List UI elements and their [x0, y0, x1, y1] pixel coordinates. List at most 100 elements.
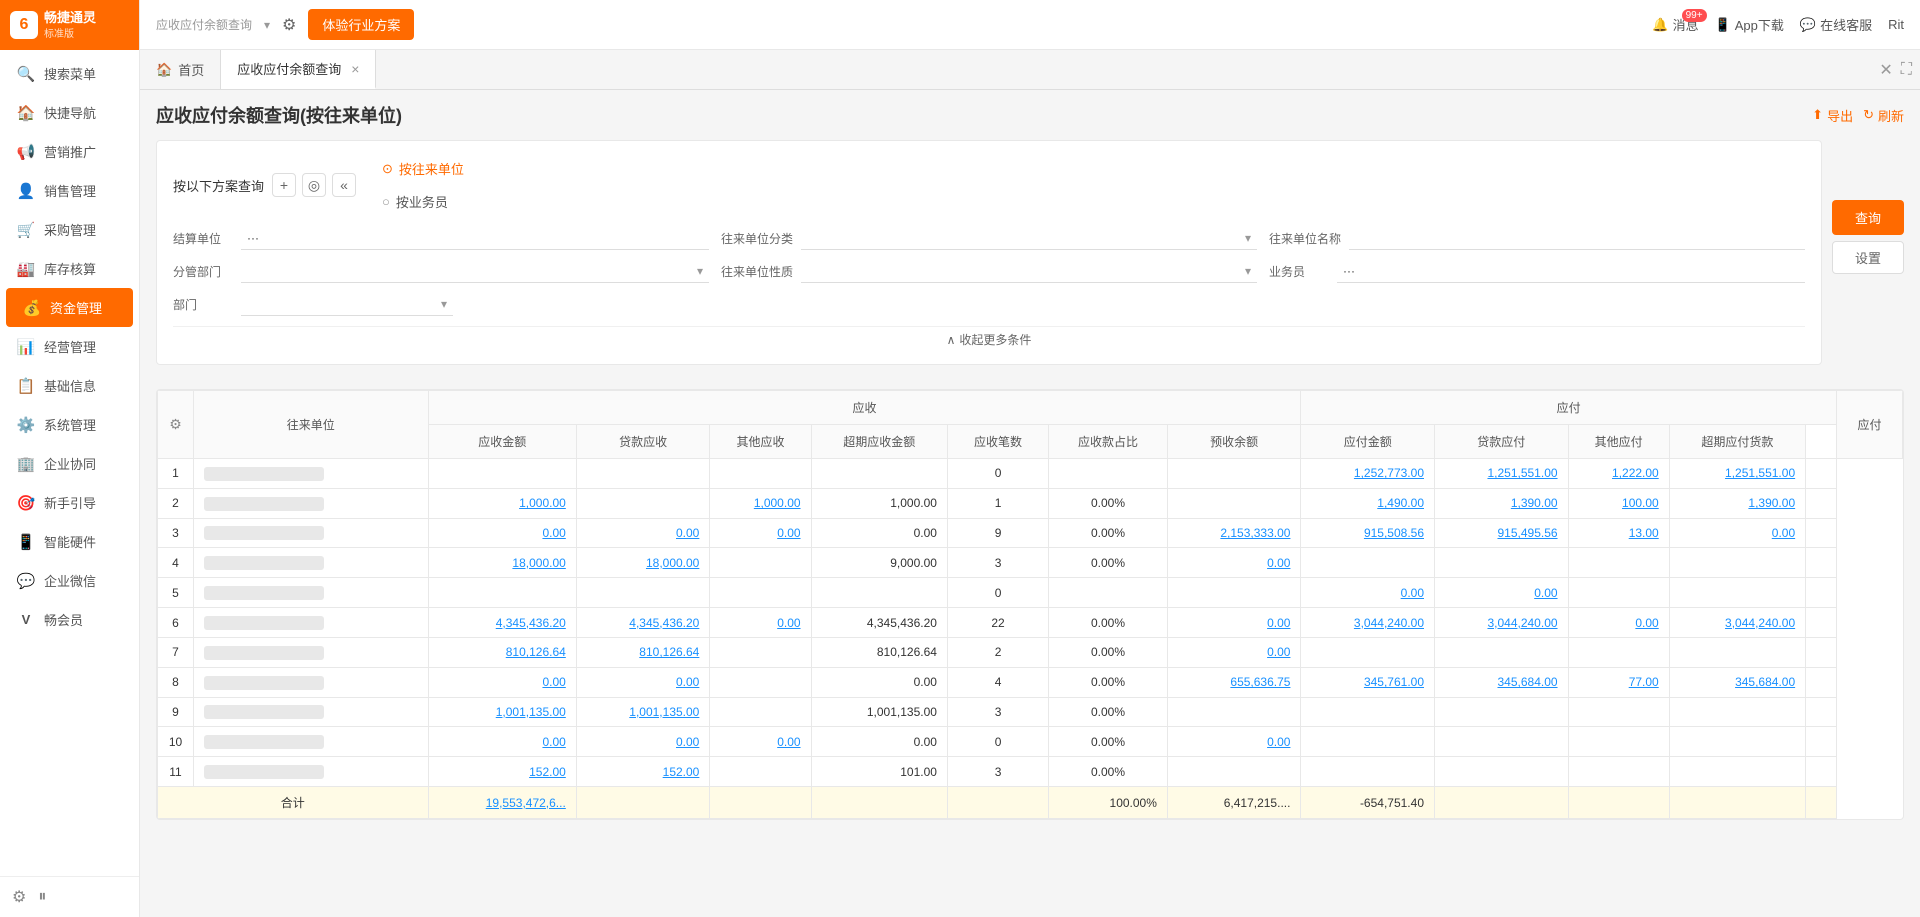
cell-link[interactable]: 3,044,240.00	[1354, 616, 1424, 630]
dept-manager-select[interactable]: ▾	[241, 260, 709, 283]
cell-link[interactable]: 77.00	[1629, 675, 1659, 689]
cell-link[interactable]: 13.00	[1629, 526, 1659, 540]
app-download-btn[interactable]: 📱 App下载	[1715, 15, 1784, 34]
cell-link[interactable]: 0.00	[542, 735, 565, 749]
sidebar-item-wechat[interactable]: 💬 企业微信	[0, 561, 139, 600]
settlement-unit-input[interactable]: ···	[241, 227, 709, 250]
cell-link[interactable]: 18,000.00	[512, 556, 565, 570]
sidebar-item-member[interactable]: V 畅会员	[0, 600, 139, 639]
cell-link[interactable]: 0.00	[1267, 556, 1290, 570]
notification-btn[interactable]: 🔔 消息 99+	[1652, 15, 1698, 34]
export-btn[interactable]: ⬆ 导出	[1812, 106, 1853, 125]
cell-link[interactable]: 1,251,551.00	[1725, 466, 1795, 480]
cell-link[interactable]: 1,490.00	[1377, 496, 1424, 510]
sidebar-item-label: 企业协同	[44, 454, 96, 473]
user-menu[interactable]: Rit	[1888, 17, 1904, 32]
cell-link[interactable]: 3,044,240.00	[1725, 616, 1795, 630]
cell-link[interactable]: 345,761.00	[1364, 675, 1424, 689]
settings-btn[interactable]: 设置	[1832, 241, 1904, 274]
cell-link[interactable]: 0.00	[777, 526, 800, 540]
cell-link[interactable]: 345,684.00	[1497, 675, 1557, 689]
cell-link[interactable]: 18,000.00	[646, 556, 699, 570]
query-btn[interactable]: 查询	[1832, 200, 1904, 235]
tab-home[interactable]: 🏠 首页	[140, 50, 221, 89]
cell-link[interactable]: 1,390.00	[1511, 496, 1558, 510]
tabbar-close-icon[interactable]: ✕	[1879, 60, 1892, 80]
cell-link[interactable]: 1,390.00	[1748, 496, 1795, 510]
trial-btn[interactable]: 体验行业方案	[308, 9, 414, 40]
cell-link[interactable]: 1,252,773.00	[1354, 466, 1424, 480]
collapse-footer-icon[interactable]: ⏸	[38, 888, 46, 906]
salesman-input[interactable]: ···	[1337, 260, 1805, 283]
collapse-scheme-btn[interactable]: «	[332, 173, 356, 197]
online-service-btn[interactable]: 💬 在线客服	[1800, 15, 1872, 34]
target-scheme-btn[interactable]: ◎	[302, 173, 326, 197]
cell-link[interactable]: 0.00	[1267, 735, 1290, 749]
collapse-more-btn[interactable]: ∧ 收起更多条件	[173, 326, 1805, 352]
tab-receivable[interactable]: 应收应付余额查询 ×	[221, 50, 376, 89]
cell-link[interactable]: 2,153,333.00	[1220, 526, 1290, 540]
header-gear-icon[interactable]: ⚙	[282, 15, 296, 35]
cell-link[interactable]: 3,044,240.00	[1487, 616, 1557, 630]
cell-link[interactable]: 0.00	[542, 675, 565, 689]
cell-link[interactable]: 0.00	[676, 735, 699, 749]
cell-link[interactable]: 1,000.00	[754, 496, 801, 510]
cell-link[interactable]: 1,001,135.00	[496, 705, 566, 719]
table-settings-icon[interactable]: ⚙	[169, 416, 182, 432]
sidebar-item-sales[interactable]: 👤 销售管理	[0, 171, 139, 210]
partner-nature-select[interactable]: ▾	[801, 260, 1257, 283]
cell-link[interactable]: 810,126.64	[506, 645, 566, 659]
sidebar-item-inventory[interactable]: 🏭 库存核算	[0, 249, 139, 288]
sidebar-item-enterprise[interactable]: 🏢 企业协同	[0, 444, 139, 483]
cell-link[interactable]: 0.00	[1534, 586, 1557, 600]
sidebar-item-quick-nav[interactable]: 🏠 快捷导航	[0, 93, 139, 132]
cell-link[interactable]: 0.00	[777, 616, 800, 630]
partner-cell	[194, 518, 429, 548]
cell-link[interactable]: 0.00	[676, 526, 699, 540]
refresh-btn[interactable]: ↻ 刷新	[1863, 106, 1904, 125]
filter-option-salesman[interactable]: ○ 按业务员	[372, 186, 474, 217]
header-dropdown-icon[interactable]: ▾	[264, 18, 270, 32]
sidebar-item-system[interactable]: ⚙️ 系统管理	[0, 405, 139, 444]
footer-rec-amount[interactable]: 19,553,472,6...	[428, 787, 576, 819]
cell-link[interactable]: 0.00	[1267, 616, 1290, 630]
add-scheme-btn[interactable]: +	[272, 173, 296, 197]
sidebar-item-guide[interactable]: 🎯 新手引导	[0, 483, 139, 522]
cell-link[interactable]: 0.00	[1772, 526, 1795, 540]
sidebar-item-search-menu[interactable]: 🔍 搜索菜单	[0, 54, 139, 93]
sidebar-item-marketing[interactable]: 📢 营销推广	[0, 132, 139, 171]
filter-option-partner[interactable]: ⊙ 按往来单位	[372, 153, 474, 184]
cell-link[interactable]: 152.00	[663, 765, 700, 779]
cell-link[interactable]: 1,001,135.00	[629, 705, 699, 719]
cell-link[interactable]: 152.00	[529, 765, 566, 779]
partner-category-select[interactable]: ▾	[801, 227, 1257, 250]
cell-link[interactable]: 655,636.75	[1230, 675, 1290, 689]
department-select[interactable]: ▾	[241, 293, 453, 316]
cell-link[interactable]: 915,508.56	[1364, 526, 1424, 540]
cell-link[interactable]: 1,251,551.00	[1487, 466, 1557, 480]
cell-link[interactable]: 1,000.00	[519, 496, 566, 510]
cell-link[interactable]: 0.00	[1267, 645, 1290, 659]
cell-link[interactable]: 0.00	[1635, 616, 1658, 630]
cell-link[interactable]: 0.00	[1401, 586, 1424, 600]
cell-link[interactable]: 4,345,436.20	[629, 616, 699, 630]
sidebar-item-finance[interactable]: 💰 资金管理	[6, 288, 133, 327]
cell-link[interactable]: 0.00	[542, 526, 565, 540]
partner-name-input[interactable]	[1349, 227, 1805, 250]
sidebar-item-purchase[interactable]: 🛒 采购管理	[0, 210, 139, 249]
cell-link[interactable]: 1,222.00	[1612, 466, 1659, 480]
cell-link[interactable]: 0.00	[676, 675, 699, 689]
sidebar-item-operations[interactable]: 📊 经营管理	[0, 327, 139, 366]
cell-link[interactable]: 100.00	[1622, 496, 1659, 510]
cell-link[interactable]: 4,345,436.20	[496, 616, 566, 630]
sidebar-item-basic-info[interactable]: 📋 基础信息	[0, 366, 139, 405]
cell-link[interactable]: 915,495.56	[1497, 526, 1557, 540]
cell-link[interactable]: 345,684.00	[1735, 675, 1795, 689]
cell-link[interactable]: 0.00	[777, 735, 800, 749]
sidebar-item-hardware[interactable]: 📱 智能硬件	[0, 522, 139, 561]
notification-icon: 🔔	[1652, 17, 1668, 33]
tab-close-icon[interactable]: ×	[351, 61, 359, 77]
settings-footer-icon[interactable]: ⚙	[12, 887, 26, 907]
tabbar-expand-icon[interactable]: ⛶	[1901, 61, 1912, 79]
cell-link[interactable]: 810,126.64	[639, 645, 699, 659]
